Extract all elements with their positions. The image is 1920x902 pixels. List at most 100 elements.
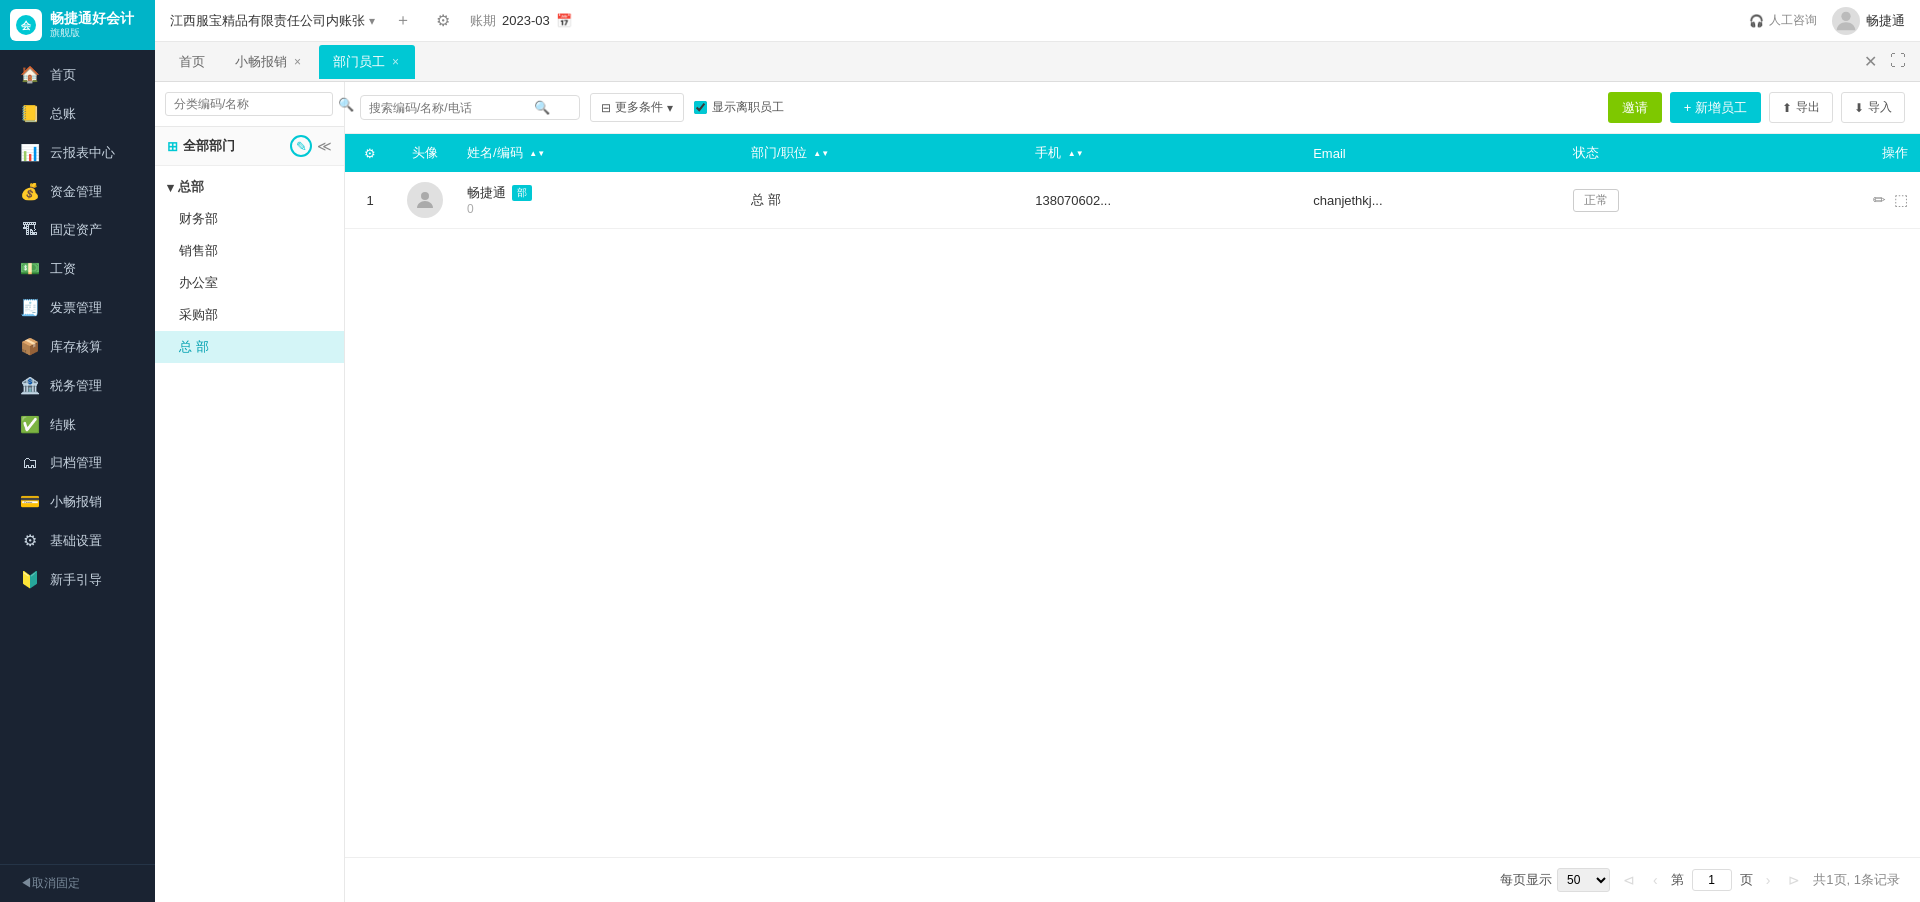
sidebar-item-inventory[interactable]: 📦 库存核算 [0,327,155,366]
dept-search-input[interactable] [165,92,333,116]
row-phone: 138070602... [1023,172,1301,229]
topbar-settings-icon[interactable]: ⚙ [431,11,455,30]
tab-department[interactable]: 部门员工 × [319,45,415,79]
sidebar-logo: 会 畅捷通好会计 旗舰版 [0,0,155,50]
next-page-button[interactable]: › [1761,870,1776,890]
tax-icon: 🏦 [20,376,40,395]
tab-home[interactable]: 首页 [165,45,219,79]
sidebar-item-ledger[interactable]: 📒 总账 [0,94,155,133]
import-icon: ⬇ [1854,101,1864,115]
sidebar-item-salary[interactable]: 💵 工资 [0,249,155,288]
invoice-icon: 🧾 [20,298,40,317]
user-menu[interactable]: 畅捷通 [1832,7,1905,35]
sidebar-item-funds[interactable]: 💰 资金管理 [0,172,155,211]
svg-point-2 [1841,11,1850,20]
row-dept-position: 总 部 [739,172,1023,229]
name-code-group: 畅捷通 部 [467,184,727,202]
dept-item-office[interactable]: 办公室 [155,267,344,299]
sidebar-cancel-fixed[interactable]: ◀取消固定 [0,864,155,902]
department-panel: 🔍 ⊞ 全部部门 ✎ ≪ ▾ 总部 财务部 [155,82,345,902]
sidebar-item-invoice[interactable]: 🧾 发票管理 [0,288,155,327]
avatar [1832,7,1860,35]
page-size-select[interactable]: 10 20 50 100 [1557,868,1610,892]
archive-icon: 🗂 [20,454,40,472]
dept-item-finance[interactable]: 财务部 [155,203,344,235]
invite-button[interactable]: 邀请 [1608,92,1662,123]
sidebar-item-fixed-assets[interactable]: 🏗 固定资产 [0,211,155,249]
headset-icon: 🎧 [1749,14,1764,28]
last-page-button[interactable]: ⊳ [1783,870,1805,890]
col-status: 状态 [1561,134,1756,172]
tab-close-all-icon[interactable]: ✕ [1860,48,1881,75]
expense-icon: 💳 [20,492,40,511]
sidebar-item-home[interactable]: 🏠 首页 [0,55,155,94]
calendar-icon[interactable]: 📅 [556,13,572,28]
ledger-icon: 📒 [20,104,40,123]
first-page-button[interactable]: ⊲ [1618,870,1640,890]
dept-all-label: ⊞ 全部部门 [167,137,235,155]
dept-header-actions: ✎ ≪ [290,135,332,157]
sidebar-item-archive[interactable]: 🗂 归档管理 [0,444,155,482]
col-name-code[interactable]: 姓名/编码 ▲▼ [455,134,739,172]
sidebar-item-reports[interactable]: 📊 云报表中心 [0,133,155,172]
employee-search-input[interactable] [369,101,529,115]
employee-table-wrap: ⚙ 头像 姓名/编码 ▲▼ 部门/职位 ▲▼ 手机 [345,134,1920,857]
dept-collapse-button[interactable]: ≪ [317,138,332,154]
svg-text:会: 会 [20,20,32,31]
tab-bar: 首页 小畅报销 × 部门员工 × ✕ ⛶ [155,42,1920,82]
home-icon: 🏠 [20,65,40,84]
dept-edit-button[interactable]: ✎ [290,135,312,157]
tab-expense-close[interactable]: × [292,54,303,70]
name-sort-icon: ▲▼ [529,150,545,158]
closing-icon: ✅ [20,415,40,434]
dept-item-sales[interactable]: 销售部 [155,235,344,267]
pagination: 每页显示 10 20 50 100 ⊲ ‹ 第 页 › ⊳ 共1页, 1条记录 [345,857,1920,902]
app-logo-icon: 会 [10,9,42,41]
dept-item-procurement[interactable]: 采购部 [155,299,344,331]
inventory-icon: 📦 [20,337,40,356]
topbar-right: 🎧 人工咨询 畅捷通 [1749,7,1905,35]
guide-icon: 🔰 [20,570,40,589]
dept-tree: ▾ 总部 财务部 销售部 办公室 采购部 总 部 [155,166,344,902]
table-row: 1 畅捷通 部 0 [345,172,1920,229]
edit-employee-button[interactable]: ✏ [1873,191,1886,209]
company-selector[interactable]: 江西服宝精品有限责任公司内账张 ▾ [170,12,375,30]
dept-search-area: 🔍 [155,82,344,127]
add-employee-button[interactable]: + 新增员工 [1670,92,1761,123]
page-number-input[interactable] [1692,869,1732,891]
export-icon: ⬆ [1782,101,1792,115]
sidebar-item-tax[interactable]: 🏦 税务管理 [0,366,155,405]
prev-page-button[interactable]: ‹ [1648,870,1663,890]
employee-search-icon[interactable]: 🔍 [534,100,550,115]
content-area: 🔍 ⊞ 全部部门 ✎ ≪ ▾ 总部 财务部 [155,82,1920,902]
import-button[interactable]: ⬇ 导入 [1841,92,1905,123]
employee-panel: 🔍 ⊟ 更多条件 ▾ 显示离职员工 邀请 + 新增员工 ⬆ 导出 [345,82,1920,902]
show-resigned-toggle[interactable]: 显示离职员工 [694,99,784,116]
col-phone[interactable]: 手机 ▲▼ [1023,134,1301,172]
sidebar-item-expense[interactable]: 💳 小畅报销 [0,482,155,521]
tab-expand-icon[interactable]: ⛶ [1886,48,1910,75]
show-resigned-checkbox[interactable] [694,101,707,114]
sidebar-item-guide[interactable]: 🔰 新手引导 [0,560,155,599]
col-actions: 操作 [1756,134,1920,172]
dept-item-general[interactable]: ▾ 总部 [155,171,344,203]
col-dept-position[interactable]: 部门/职位 ▲▼ [739,134,1023,172]
avatar-image [407,182,443,218]
sidebar-nav: 🏠 首页 📒 总账 📊 云报表中心 💰 资金管理 🏗 固定资产 💵 工资 🧾 发… [0,50,155,864]
col-email: Email [1301,134,1561,172]
phone-sort-icon: ▲▼ [1068,150,1084,158]
more-filter-button[interactable]: ⊟ 更多条件 ▾ [590,93,684,122]
row-name-code: 畅捷通 部 0 [455,172,739,229]
add-company-button[interactable]: ＋ [390,10,416,31]
col-settings[interactable]: ⚙ [345,134,395,172]
sidebar-item-settings[interactable]: ⚙ 基础设置 [0,521,155,560]
export-button[interactable]: ⬆ 导出 [1769,92,1833,123]
tab-expense[interactable]: 小畅报销 × [221,45,317,79]
fixed-assets-icon: 🏗 [20,221,40,239]
sidebar-item-closing[interactable]: ✅ 结账 [0,405,155,444]
logout-employee-button[interactable]: ⬚ [1894,191,1908,209]
tab-department-close[interactable]: × [390,54,401,70]
grid-icon: ⊞ [167,139,178,154]
dept-item-headquarters[interactable]: 总 部 [155,331,344,363]
support-button[interactable]: 🎧 人工咨询 [1749,12,1817,29]
